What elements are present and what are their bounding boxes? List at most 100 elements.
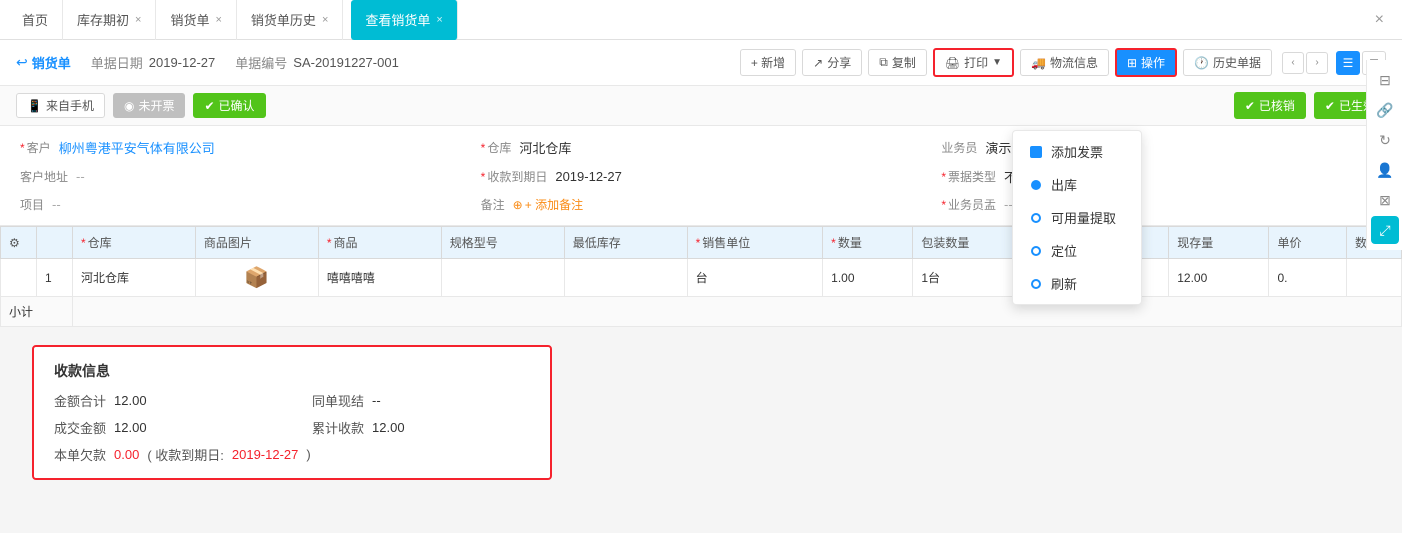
- cumulative-row: 累计收款 12.00: [312, 418, 530, 437]
- col-qty: 数量: [823, 227, 913, 259]
- subtotal-row: 小计: [1, 297, 1402, 327]
- share-button[interactable]: ↗ 分享: [802, 49, 862, 76]
- ticket-icon: ◉: [124, 99, 134, 113]
- deal-amount-label: 成交金额: [54, 418, 106, 437]
- same-order-label: 同单现结: [312, 391, 364, 410]
- prev-button[interactable]: ‹: [1282, 52, 1304, 74]
- col-price: 单价: [1269, 227, 1347, 259]
- operate-button[interactable]: ⊞ 操作: [1115, 48, 1177, 77]
- table-header-row: ⚙ 仓库 商品图片 商品 规格型号 最低库存 销售单位 数量 包装数量 可用量 …: [1, 227, 1402, 259]
- print-button[interactable]: 🖨 打印 ▼: [933, 48, 1014, 77]
- payment-section: 收款信息 金额合计 12.00 同单现结 -- 成交金额 12.00 累计收款 …: [0, 327, 1402, 498]
- owed-date: 2019-12-27: [232, 447, 299, 462]
- deal-amount-row: 成交金额 12.00: [54, 418, 272, 437]
- row-warehouse: 河北仓库: [73, 259, 196, 297]
- tab-sales[interactable]: 销货单 ×: [156, 0, 236, 40]
- no-label: 单据编号: [235, 53, 287, 72]
- nav-arrows: ‹ ›: [1282, 52, 1328, 74]
- tab-home[interactable]: 首页: [8, 0, 63, 40]
- dropdown-qty-extract[interactable]: 可用量提取: [1013, 201, 1141, 234]
- confirm-button[interactable]: ✔ 已确认: [193, 93, 265, 118]
- col-min-stock: 最低库存: [564, 227, 687, 259]
- address-value: --: [76, 169, 85, 184]
- payment-grid: 金额合计 12.00 同单现结 -- 成交金额 12.00 累计收款 12.00: [54, 391, 530, 464]
- col-settings[interactable]: ⚙: [1, 227, 37, 259]
- project-value: --: [52, 197, 61, 212]
- owed-value: 0.00: [114, 447, 139, 462]
- dropdown-outbound[interactable]: 出库: [1013, 168, 1141, 201]
- tab-bar: 首页 库存期初 × 销货单 × 销货单历史 × 查看销货单 × ×: [0, 0, 1402, 40]
- window-close-button[interactable]: ×: [1365, 11, 1394, 29]
- due-date-label: 收款到期日: [481, 168, 548, 185]
- row-price: 0.: [1269, 259, 1347, 297]
- tab-view-sales-close[interactable]: ×: [436, 14, 442, 26]
- not-open-button[interactable]: ◉ 未开票: [113, 93, 186, 118]
- date-value: 2019-12-27: [149, 55, 216, 70]
- new-button[interactable]: + 新增: [740, 49, 796, 76]
- history-button[interactable]: 🕐 历史单据: [1183, 49, 1272, 76]
- row-unit: 台: [687, 259, 823, 297]
- operate-dropdown: 添加发票 出库 可用量提取 定位 刷新: [1012, 130, 1142, 305]
- subtotal-label: 小计: [1, 297, 73, 327]
- no-value: SA-20191227-001: [293, 55, 399, 70]
- owed-row: 本单欠款 0.00 ( 收款到期日: 2019-12-27 ): [54, 445, 530, 464]
- form-area: 客户 柳州粤港平安气体有限公司 仓库 河北仓库 业务员 演示账号 客户地址 --…: [0, 126, 1402, 225]
- note-row: 备注 ⊕ + 添加备注: [481, 196, 922, 213]
- staff2-label: 业务员盂: [941, 196, 996, 213]
- tab-inventory[interactable]: 库存期初 ×: [63, 0, 156, 40]
- staff-label: 业务员: [941, 139, 977, 156]
- dropdown-add-invoice[interactable]: 添加发票: [1013, 135, 1141, 168]
- row-amount: [1347, 259, 1402, 297]
- refresh-icon: [1029, 277, 1043, 291]
- product-table-wrapper: ⚙ 仓库 商品图片 商品 规格型号 最低库存 销售单位 数量 包装数量 可用量 …: [0, 225, 1402, 327]
- total-label: 金额合计: [54, 391, 106, 410]
- add-note-icon: ⊕: [513, 198, 523, 212]
- address-row: 客户地址 --: [20, 167, 461, 186]
- deal-amount-value: 12.00: [114, 420, 147, 435]
- sidebar-icon-5[interactable]: ⊠: [1371, 186, 1399, 214]
- copy-icon: ⧉: [879, 55, 888, 70]
- warehouse-row: 仓库 河北仓库: [481, 138, 922, 157]
- customer-value[interactable]: 柳州粤港平安气体有限公司: [59, 138, 215, 157]
- sidebar-icon-4[interactable]: 👤: [1371, 156, 1399, 184]
- sidebar-icon-2[interactable]: 🔗: [1371, 96, 1399, 124]
- copy-button[interactable]: ⧉ 复制: [868, 49, 927, 76]
- sidebar-icon-1[interactable]: ⊟: [1371, 66, 1399, 94]
- note-label: 备注: [481, 196, 505, 213]
- col-product: 商品: [318, 227, 441, 259]
- print-icon: 🖨: [945, 56, 960, 70]
- doc-meta: 单据日期 2019-12-27 单据编号 SA-20191227-001: [91, 53, 399, 72]
- total-row: 金额合计 12.00: [54, 391, 272, 410]
- share-icon: ↗: [813, 56, 823, 70]
- product-table: ⚙ 仓库 商品图片 商品 规格型号 最低库存 销售单位 数量 包装数量 可用量 …: [0, 226, 1402, 327]
- tab-view-sales[interactable]: 查看销货单 ×: [351, 0, 457, 40]
- same-order-row: 同单现结 --: [312, 391, 530, 410]
- sold-out-icon: ✔: [1245, 99, 1255, 113]
- payment-title: 收款信息: [54, 361, 530, 381]
- col-num: [37, 227, 73, 259]
- customer-label: 客户: [20, 139, 51, 156]
- total-value: 12.00: [114, 393, 147, 408]
- logistics-button[interactable]: 🚚 物流信息: [1020, 49, 1109, 76]
- tab-sales-close[interactable]: ×: [215, 14, 221, 26]
- doc-header: ↩ 销货单 单据日期 2019-12-27 单据编号 SA-20191227-0…: [0, 40, 1402, 86]
- list-view-button[interactable]: ☰: [1336, 51, 1360, 75]
- row-qty: 1.00: [823, 259, 913, 297]
- tab-sales-history[interactable]: 销货单历史 ×: [237, 0, 343, 40]
- row-num: 1: [37, 259, 73, 297]
- doc-type: ↩ 销货单: [16, 53, 71, 72]
- tab-inventory-close[interactable]: ×: [135, 14, 141, 26]
- sidebar-icon-3[interactable]: ↻: [1371, 126, 1399, 154]
- warehouse-value: 河北仓库: [519, 138, 571, 157]
- dropdown-locate[interactable]: 定位: [1013, 234, 1141, 267]
- operate-icon: ⊞: [1127, 56, 1137, 70]
- tab-sales-history-close[interactable]: ×: [322, 14, 328, 26]
- add-note-button[interactable]: ⊕ + 添加备注: [513, 196, 583, 213]
- dropdown-refresh[interactable]: 刷新: [1013, 267, 1141, 300]
- next-button[interactable]: ›: [1306, 52, 1328, 74]
- toolbar-row: 📱 来自手机 ◉ 未开票 ✔ 已确认 ✔ 已核销 ✔ 已生效: [0, 86, 1402, 126]
- from-phone-button[interactable]: 📱 来自手机: [16, 93, 105, 118]
- col-spec: 规格型号: [441, 227, 564, 259]
- sold-out-button[interactable]: ✔ 已核销: [1234, 92, 1306, 119]
- sidebar-expand-button[interactable]: ⤢: [1371, 216, 1399, 244]
